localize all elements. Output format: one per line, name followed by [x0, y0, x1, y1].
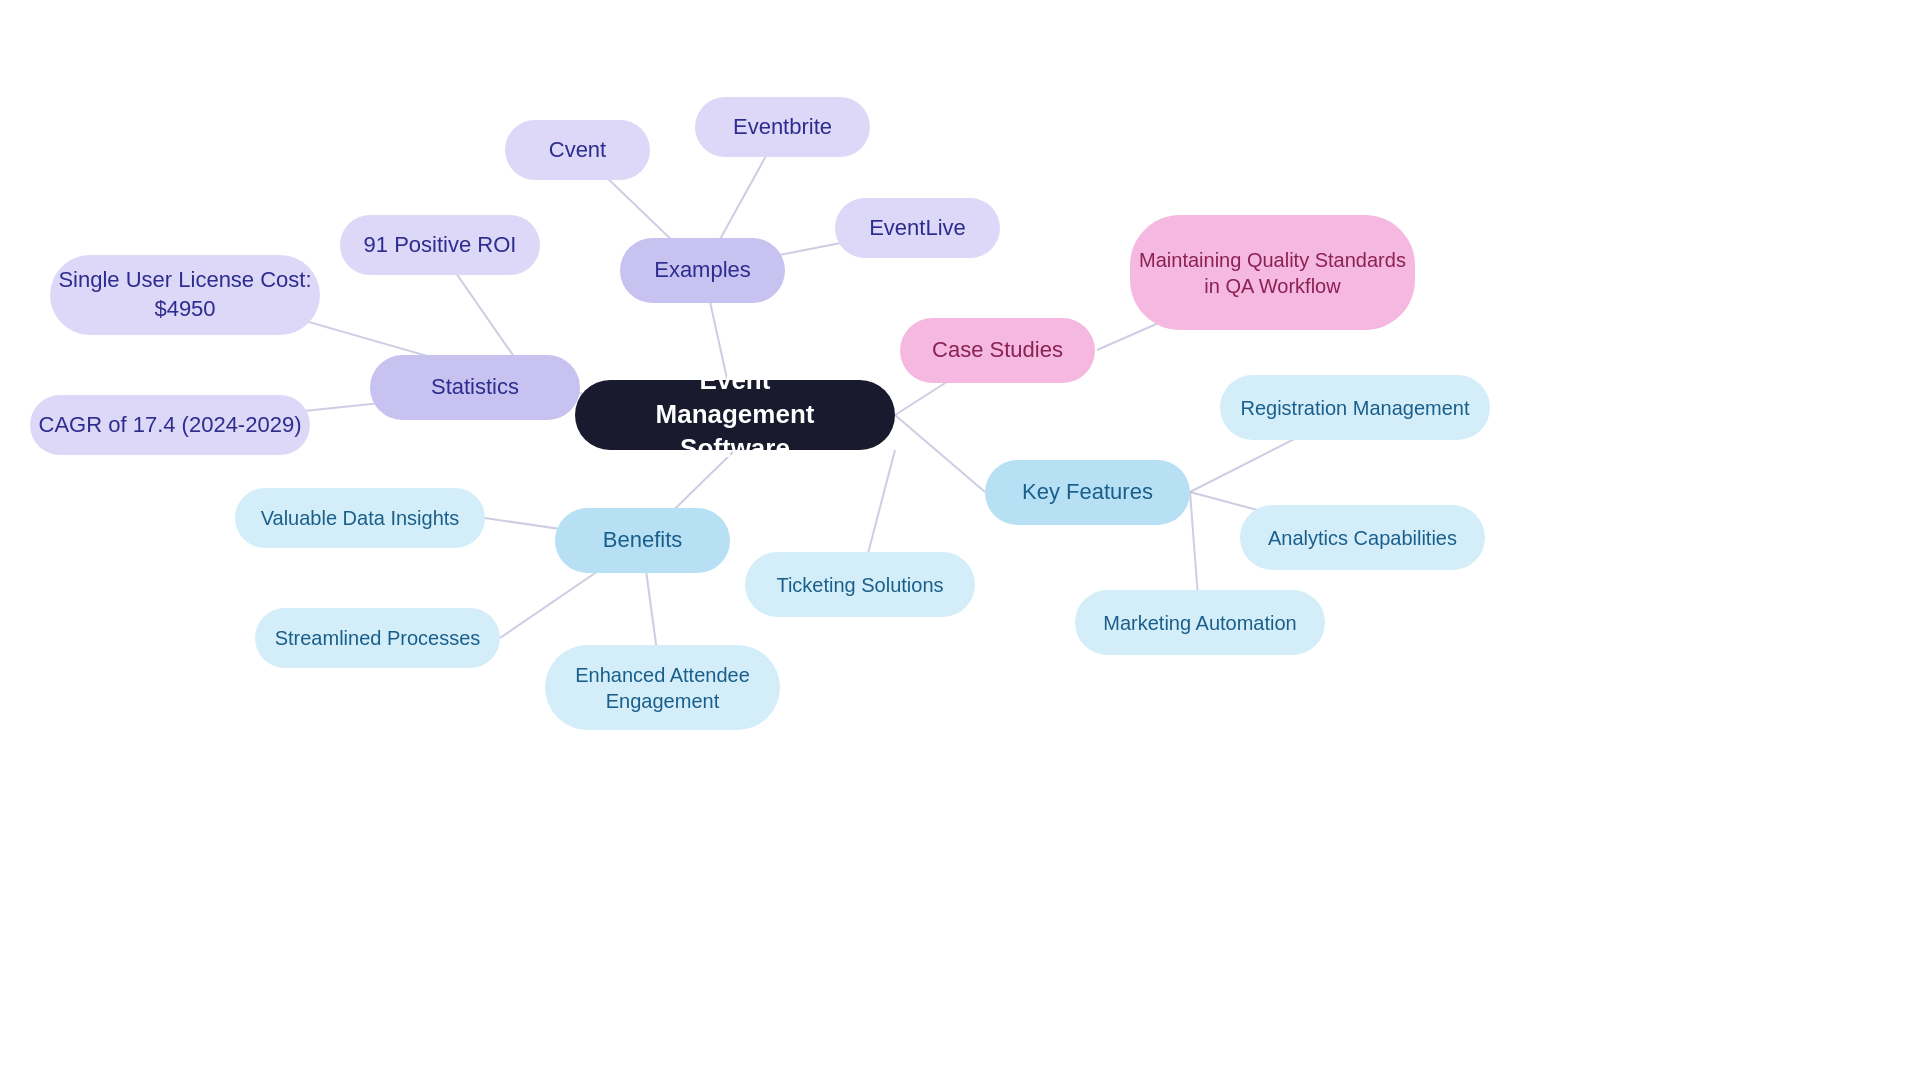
positive-roi-node[interactable]: 91 Positive ROI — [340, 215, 540, 275]
center-node[interactable]: Event Management Software — [575, 380, 895, 450]
mindmap-container: Event Management Software Statistics 91 … — [0, 0, 1920, 1083]
valuable-data-node[interactable]: Valuable Data Insights — [235, 488, 485, 548]
registration-node[interactable]: Registration Management — [1220, 375, 1490, 440]
eventlive-node[interactable]: EventLive — [835, 198, 1000, 258]
statistics-node[interactable]: Statistics — [370, 355, 580, 420]
key-features-node[interactable]: Key Features — [985, 460, 1190, 525]
examples-node[interactable]: Examples — [620, 238, 785, 303]
qa-workflow-node[interactable]: Maintaining Quality Standards in QA Work… — [1130, 215, 1415, 330]
marketing-node[interactable]: Marketing Automation — [1075, 590, 1325, 655]
analytics-node[interactable]: Analytics Capabilities — [1240, 505, 1485, 570]
cagr-node[interactable]: CAGR of 17.4 (2024-2029) — [30, 395, 310, 455]
benefits-node[interactable]: Benefits — [555, 508, 730, 573]
ticketing-node[interactable]: Ticketing Solutions — [745, 552, 975, 617]
case-studies-node[interactable]: Case Studies — [900, 318, 1095, 383]
license-cost-node[interactable]: Single User License Cost: $4950 — [50, 255, 320, 335]
enhanced-attendee-node[interactable]: Enhanced Attendee Engagement — [545, 645, 780, 730]
streamlined-node[interactable]: Streamlined Processes — [255, 608, 500, 668]
eventbrite-node[interactable]: Eventbrite — [695, 97, 870, 157]
cvent-node[interactable]: Cvent — [505, 120, 650, 180]
